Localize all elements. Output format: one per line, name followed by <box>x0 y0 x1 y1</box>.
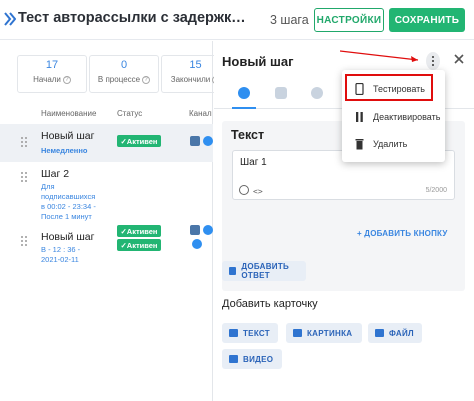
pause-icon <box>356 112 363 122</box>
stat-value: 17 <box>45 59 59 71</box>
drag-handle-icon[interactable] <box>21 137 28 148</box>
messenger-icon <box>192 239 202 249</box>
attachment-icon <box>375 329 384 337</box>
more-options-icon[interactable] <box>426 52 440 70</box>
messenger-icon <box>203 136 213 146</box>
step-schedule: Для подписавшихся в 00:02 - 23:34 - Посл… <box>41 182 96 221</box>
drag-handle-icon[interactable] <box>21 172 28 183</box>
trash-icon <box>355 139 364 150</box>
vk-icon <box>190 136 200 146</box>
card-title: Текст <box>231 128 265 142</box>
add-text-card-button[interactable]: ТЕКСТ <box>222 323 278 343</box>
top-header: Тест авторассылки с задержкой во в... 3 … <box>0 0 474 40</box>
video-icon <box>229 355 238 363</box>
tab-messenger-icon[interactable] <box>238 87 250 99</box>
column-header-channels: Канал <box>189 109 212 118</box>
add-image-card-button[interactable]: КАРТИНКА <box>286 323 362 343</box>
emoji-icon[interactable] <box>239 185 249 195</box>
help-icon[interactable]: ? <box>62 75 71 84</box>
step-name: Шаг 2 <box>41 168 70 180</box>
add-button-link[interactable]: + ДОБАВИТЬ КНОПКУ <box>357 229 448 238</box>
add-video-card-button[interactable]: ВИДЕО <box>222 349 282 369</box>
help-icon[interactable]: ? <box>142 75 151 84</box>
column-header-name: Наименование <box>41 109 97 118</box>
steps-count: 3 шага <box>270 13 309 27</box>
drag-handle-icon[interactable] <box>21 236 28 247</box>
add-card-title: Добавить карточку <box>222 298 318 310</box>
page-title: Тест авторассылки с задержкой во в... <box>18 10 248 26</box>
status-badge: ✓Активен <box>117 239 161 251</box>
step-schedule: В - 12 : 36 - 2021-02-11 <box>41 245 81 264</box>
active-tab-indicator <box>232 107 256 109</box>
step-name: Новый шаг <box>41 130 95 142</box>
tab-telegram-icon[interactable] <box>311 87 323 99</box>
reply-icon <box>229 267 237 275</box>
status-badge: ✓Активен <box>117 135 161 147</box>
menu-item-deactivate[interactable]: Деактивировать <box>342 103 445 131</box>
stat-label: Начали <box>33 75 61 84</box>
stat-started: 17 Начали? <box>17 55 87 93</box>
settings-button[interactable]: НАСТРОЙКИ <box>314 8 384 32</box>
textarea-value[interactable]: Шаг 1 <box>240 157 267 168</box>
stat-label: Закончили <box>170 75 211 84</box>
text-icon <box>229 329 238 337</box>
panel-title: Новый шаг <box>222 54 294 69</box>
steps-panel: 17 Начали? 0 В процессе? 15 Закончили? Н… <box>0 41 229 401</box>
close-icon[interactable] <box>452 52 466 66</box>
add-reply-button[interactable]: ДОБАВИТЬ ОТВЕТ <box>222 261 306 281</box>
step-name: Новый шаг <box>41 231 95 243</box>
step-schedule: Немедленно <box>41 146 88 155</box>
table-row[interactable]: Новый шаг Немедленно ✓Активен <box>0 124 213 162</box>
highlight-box <box>345 74 433 101</box>
double-chevron-icon[interactable] <box>4 12 16 26</box>
table-row[interactable]: Новый шаг В - 12 : 36 - 2021-02-11 ✓Акти… <box>0 229 213 269</box>
stat-value: 0 <box>120 59 128 71</box>
code-icon[interactable]: <> <box>253 187 263 196</box>
table-row[interactable]: Шаг 2 Для подписавшихся в 00:02 - 23:34 … <box>0 165 213 237</box>
menu-item-delete[interactable]: Удалить <box>342 130 445 158</box>
tab-vk-icon[interactable] <box>275 87 287 99</box>
stat-in-progress: 0 В процессе? <box>89 55 159 93</box>
save-button[interactable]: СОХРАНИТЬ <box>389 8 465 32</box>
char-counter: 5/2000 <box>425 187 447 194</box>
add-file-card-button[interactable]: ФАЙЛ <box>368 323 422 343</box>
stat-label: В процессе <box>97 75 141 84</box>
column-header-status: Статус <box>117 109 143 118</box>
image-icon <box>293 329 302 337</box>
annotation-arrow <box>340 50 419 62</box>
